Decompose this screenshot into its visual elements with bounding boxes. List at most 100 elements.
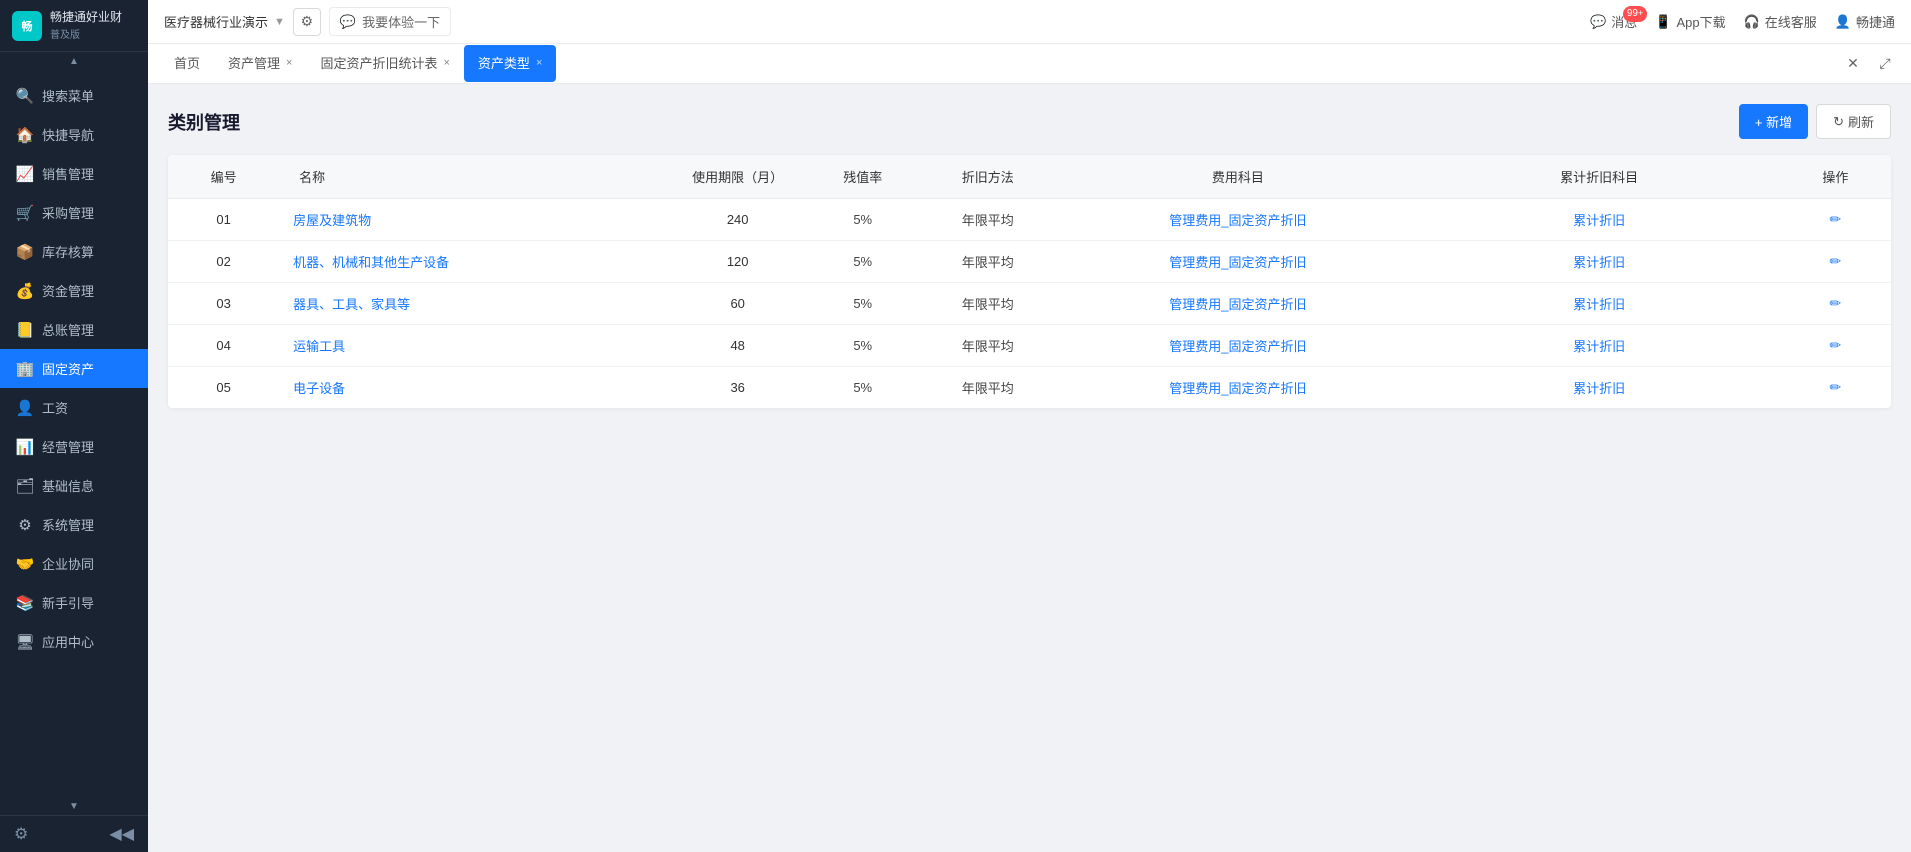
service-icon: 🎧 (1744, 14, 1760, 30)
sidebar-scroll-up[interactable]: ▲ (0, 52, 148, 70)
home-icon: 🏠 (16, 126, 34, 144)
cell-name[interactable]: 房屋及建筑物 (279, 199, 668, 241)
sidebar-scroll-down[interactable]: ▼ (0, 797, 148, 815)
table-row: 04 运输工具 48 5% 年限平均 管理费用_固定资产折旧 累计折旧 ✏ (168, 325, 1891, 367)
sidebar-item-capital[interactable]: 💰 资金管理 (0, 271, 148, 310)
cell-cost-subject[interactable]: 管理费用_固定资产折旧 (1057, 199, 1418, 241)
edit-button[interactable]: ✏ (1830, 211, 1842, 228)
col-header-cost: 费用科目 (1057, 155, 1418, 199)
new-button[interactable]: + 新增 (1739, 104, 1808, 139)
sidebar-item-ledger[interactable]: 📒 总账管理 (0, 310, 148, 349)
user-menu[interactable]: 👤 畅捷通 (1835, 12, 1895, 31)
sidebar-item-sales[interactable]: 📈 销售管理 (0, 154, 148, 193)
tab-asset-type-close[interactable]: × (536, 57, 542, 69)
sidebar-item-label: 工资 (42, 398, 68, 417)
edit-button[interactable]: ✏ (1830, 379, 1842, 396)
cell-action: ✏ (1780, 199, 1891, 241)
module-settings-button[interactable]: ⚙ (293, 8, 321, 36)
online-service-button[interactable]: 🎧 在线客服 (1744, 12, 1817, 31)
page-title: 类别管理 (168, 109, 240, 135)
cell-cost-subject[interactable]: 管理费用_固定资产折旧 (1057, 367, 1418, 409)
sidebar-item-label: 快捷导航 (42, 125, 94, 144)
expand-tab-button[interactable]: ⤢ (1871, 50, 1899, 78)
capital-icon: 💰 (16, 282, 34, 300)
close-tab-button[interactable]: ✕ (1839, 50, 1867, 78)
cell-accum-subject[interactable]: 累计折旧 (1419, 325, 1780, 367)
col-header-period: 使用期限（月） (668, 155, 807, 199)
sidebar-item-label: 固定资产 (42, 359, 94, 378)
cell-name[interactable]: 运输工具 (279, 325, 668, 367)
sales-icon: 📈 (16, 165, 34, 183)
purchase-icon: 🛒 (16, 204, 34, 222)
experience-button[interactable]: 💬 我要体验一下 (329, 7, 451, 36)
table-row: 05 电子设备 36 5% 年限平均 管理费用_固定资产折旧 累计折旧 ✏ (168, 367, 1891, 409)
cell-accum-subject[interactable]: 累计折旧 (1419, 199, 1780, 241)
tab-depreciation[interactable]: 固定资产折旧统计表 × (306, 45, 463, 82)
tab-depreciation-label: 固定资产折旧统计表 (320, 53, 437, 72)
cell-name[interactable]: 电子设备 (279, 367, 668, 409)
operations-icon: 📊 (16, 438, 34, 456)
module-selector[interactable]: 医疗器械行业演示 ▼ (164, 12, 285, 31)
edit-button[interactable]: ✏ (1830, 295, 1842, 312)
inventory-icon: 📦 (16, 243, 34, 261)
table-header-row: 编号 名称 使用期限（月） 残值率 折旧方法 费用科目 累计折旧科目 操作 (168, 155, 1891, 199)
cell-name[interactable]: 器具、工具、家具等 (279, 283, 668, 325)
cell-method: 年限平均 (918, 367, 1057, 409)
sidebar-item-basic-info[interactable]: 🗂 基础信息 (0, 466, 148, 505)
phone-icon: 📱 (1655, 14, 1671, 30)
sidebar-item-purchase[interactable]: 🛒 采购管理 (0, 193, 148, 232)
cell-cost-subject[interactable]: 管理费用_固定资产折旧 (1057, 241, 1418, 283)
sidebar-item-inventory[interactable]: 📦 库存核算 (0, 232, 148, 271)
app-name: 畅捷通好业财 (50, 10, 122, 26)
sidebar-item-quick-nav[interactable]: 🏠 快捷导航 (0, 115, 148, 154)
tab-home[interactable]: 首页 (160, 45, 214, 82)
app-download-button[interactable]: 📱 App下载 (1655, 12, 1725, 31)
cell-code: 01 (168, 199, 279, 241)
sidebar-item-operations[interactable]: 📊 经营管理 (0, 427, 148, 466)
cell-cost-subject[interactable]: 管理费用_固定资产折旧 (1057, 283, 1418, 325)
sidebar-item-fixed-assets[interactable]: 🏢 固定资产 (0, 349, 148, 388)
sidebar-item-label: 库存核算 (42, 242, 94, 261)
edit-button[interactable]: ✏ (1830, 253, 1842, 270)
sidebar-item-app-center[interactable]: 🖥 应用中心 (0, 622, 148, 661)
cell-accum-subject[interactable]: 累计折旧 (1419, 367, 1780, 409)
cell-method: 年限平均 (918, 283, 1057, 325)
tab-depreciation-close[interactable]: × (443, 57, 449, 69)
app-edition: 普及版 (50, 26, 122, 41)
cell-period: 60 (668, 283, 807, 325)
enterprise-icon: 🤝 (16, 555, 34, 573)
cell-code: 02 (168, 241, 279, 283)
tab-asset-type[interactable]: 资产类型 × (464, 45, 556, 82)
sidebar-item-label: 应用中心 (42, 632, 94, 651)
cell-action: ✏ (1780, 283, 1891, 325)
cell-accum-subject[interactable]: 累计折旧 (1419, 283, 1780, 325)
settings-footer-icon[interactable]: ⚙ (14, 824, 28, 844)
cell-action: ✏ (1780, 367, 1891, 409)
sidebar-item-payroll[interactable]: 👤 工资 (0, 388, 148, 427)
messages-button[interactable]: 💬 消息 99 (1590, 12, 1637, 31)
tab-asset-mgmt[interactable]: 资产管理 × (214, 45, 306, 82)
refresh-label: 刷新 (1848, 112, 1874, 131)
sidebar-item-system[interactable]: ⚙ 系统管理 (0, 505, 148, 544)
sidebar-item-beginner[interactable]: 📚 新手引导 (0, 583, 148, 622)
topbar-right: 💬 消息 99 📱 App下载 🎧 在线客服 👤 畅捷通 (1590, 12, 1895, 31)
chat-icon: 💬 (340, 14, 356, 30)
edit-button[interactable]: ✏ (1830, 337, 1842, 354)
basic-info-icon: 🗂 (16, 477, 34, 495)
system-icon: ⚙ (16, 516, 34, 534)
sidebar-item-search[interactable]: 🔍 搜索菜单 (0, 76, 148, 115)
messages-badge: 99 (1623, 6, 1647, 22)
cell-accum-subject[interactable]: 累计折旧 (1419, 241, 1780, 283)
tabs-actions: ✕ ⤢ (1839, 50, 1899, 78)
cell-name[interactable]: 机器、机械和其他生产设备 (279, 241, 668, 283)
sidebar-item-enterprise[interactable]: 🤝 企业协同 (0, 544, 148, 583)
collapse-icon[interactable]: ◀◀ (109, 824, 134, 844)
refresh-button[interactable]: ↻ 刷新 (1816, 104, 1891, 139)
cell-code: 04 (168, 325, 279, 367)
tab-asset-mgmt-close[interactable]: × (286, 57, 292, 69)
sidebar-nav: 🔍 搜索菜单 🏠 快捷导航 📈 销售管理 🛒 采购管理 📦 库存核算 💰 资金管… (0, 70, 148, 797)
cell-method: 年限平均 (918, 325, 1057, 367)
cell-cost-subject[interactable]: 管理费用_固定资产折旧 (1057, 325, 1418, 367)
table-row: 01 房屋及建筑物 240 5% 年限平均 管理费用_固定资产折旧 累计折旧 ✏ (168, 199, 1891, 241)
gear-icon: ⚙ (301, 13, 314, 30)
